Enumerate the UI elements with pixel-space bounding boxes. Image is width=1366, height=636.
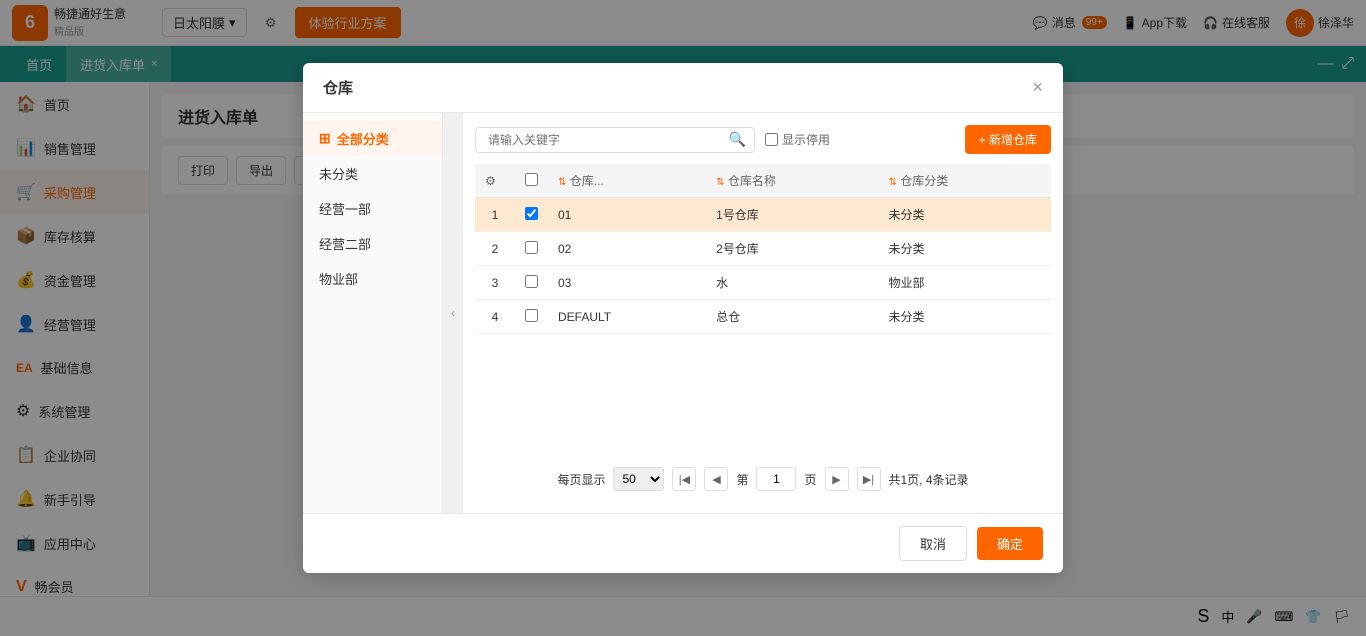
search-box: 🔍	[475, 127, 755, 153]
sort-icon-name: ⇅	[716, 177, 724, 188]
row-category-1: 未分类	[879, 198, 1051, 232]
table-container: ⚙ ⇅ 仓库... ⇅ 仓库名称	[475, 164, 1051, 447]
row-check-2	[515, 232, 548, 266]
table-col-name: ⇅ 仓库名称	[706, 164, 878, 198]
table-col-check	[515, 164, 548, 198]
row-name-3: 水	[706, 266, 878, 300]
add-warehouse-button[interactable]: + 新增仓库	[965, 125, 1051, 154]
row-checkbox-2[interactable]	[525, 241, 538, 254]
table-row[interactable]: 4 DEFAULT 总仓 未分类	[475, 300, 1051, 334]
row-check-4	[515, 300, 548, 334]
show-disabled-checkbox[interactable]	[765, 133, 778, 146]
modal-footer: 取消 确定	[303, 513, 1063, 573]
modal-search-toolbar: 🔍 显示停用 + 新增仓库	[475, 125, 1051, 154]
row-name-4: 总仓	[706, 300, 878, 334]
modal-close-button[interactable]: ×	[1032, 77, 1043, 98]
page-label-pre: 第	[736, 471, 748, 488]
pagination-summary: 共1页, 4条记录	[889, 471, 969, 488]
modal-main-area: 🔍 显示停用 + 新增仓库 ⚙	[463, 113, 1063, 513]
row-settings-4: 4	[475, 300, 515, 334]
row-category-4: 未分类	[879, 300, 1051, 334]
row-category-2: 未分类	[879, 232, 1051, 266]
row-code-3: 03	[548, 266, 706, 300]
row-name-1: 1号仓库	[706, 198, 878, 232]
table-col-code: ⇅ 仓库...	[548, 164, 706, 198]
row-code-2: 02	[548, 232, 706, 266]
row-category-3: 物业部	[879, 266, 1051, 300]
modal-overlay: 仓库 × ⊞ 全部分类 未分类 经营一部 经营二部	[0, 0, 1366, 636]
sort-icon-category: ⇅	[889, 177, 897, 188]
modal-sidebar: ⊞ 全部分类 未分类 经营一部 经营二部 物业部	[303, 113, 443, 513]
page-label: 页	[804, 471, 816, 488]
page-number-input[interactable]	[756, 467, 796, 491]
row-settings-2: 2	[475, 232, 515, 266]
table-col-category: ⇅ 仓库分类	[879, 164, 1051, 198]
modal-sidebar-item-all[interactable]: ⊞ 全部分类	[303, 121, 442, 156]
pagination: 每页显示 20 50 100 |◀ ◀ 第 页 ▶ ▶| 共1页, 4条记录	[475, 457, 1051, 501]
table-row[interactable]: 2 02 2号仓库 未分类	[475, 232, 1051, 266]
cancel-button[interactable]: 取消	[899, 526, 967, 561]
table-header: ⚙ ⇅ 仓库... ⇅ 仓库名称	[475, 164, 1051, 198]
modal-header: 仓库 ×	[303, 63, 1063, 113]
table-body: 1 01 1号仓库 未分类 2 02 2号仓库	[475, 198, 1051, 334]
modal-sidebar-item-dept2[interactable]: 经营二部	[303, 226, 442, 261]
row-checkbox-1[interactable]	[525, 207, 538, 220]
modal-sidebar-item-dept1[interactable]: 经营一部	[303, 191, 442, 226]
search-icon: 🔍	[729, 131, 746, 148]
show-disabled-checkbox-label[interactable]: 显示停用	[765, 131, 830, 148]
first-page-button[interactable]: |◀	[672, 467, 696, 491]
last-page-button[interactable]: ▶|	[857, 467, 881, 491]
confirm-button[interactable]: 确定	[977, 527, 1043, 560]
next-page-button[interactable]: ▶	[825, 467, 849, 491]
search-input[interactable]	[484, 128, 729, 152]
modal-body: ⊞ 全部分类 未分类 经营一部 经营二部 物业部 ‹	[303, 113, 1063, 513]
row-name-2: 2号仓库	[706, 232, 878, 266]
sidebar-collapse-button[interactable]: ‹	[443, 113, 463, 513]
modal-title: 仓库	[323, 77, 353, 98]
table-col-settings: ⚙	[475, 164, 515, 198]
sort-icon-code: ⇅	[558, 177, 566, 188]
row-check	[515, 198, 548, 232]
warehouse-table: ⚙ ⇅ 仓库... ⇅ 仓库名称	[475, 164, 1051, 334]
row-settings: 1	[475, 198, 515, 232]
table-row[interactable]: 1 01 1号仓库 未分类	[475, 198, 1051, 232]
row-checkbox-3[interactable]	[525, 275, 538, 288]
row-check-3	[515, 266, 548, 300]
row-code-4: DEFAULT	[548, 300, 706, 334]
grid-icon: ⊞	[319, 130, 331, 147]
row-settings-3: 3	[475, 266, 515, 300]
modal-sidebar-item-unclassified[interactable]: 未分类	[303, 156, 442, 191]
page-size-select[interactable]: 20 50 100	[613, 467, 664, 491]
modal-sidebar-item-property[interactable]: 物业部	[303, 261, 442, 296]
table-row[interactable]: 3 03 水 物业部	[475, 266, 1051, 300]
row-checkbox-4[interactable]	[525, 309, 538, 322]
page-size-label: 每页显示	[557, 471, 605, 488]
prev-page-button[interactable]: ◀	[704, 467, 728, 491]
warehouse-modal: 仓库 × ⊞ 全部分类 未分类 经营一部 经营二部	[303, 63, 1063, 573]
row-code-1: 01	[548, 198, 706, 232]
select-all-checkbox[interactable]	[525, 173, 538, 186]
